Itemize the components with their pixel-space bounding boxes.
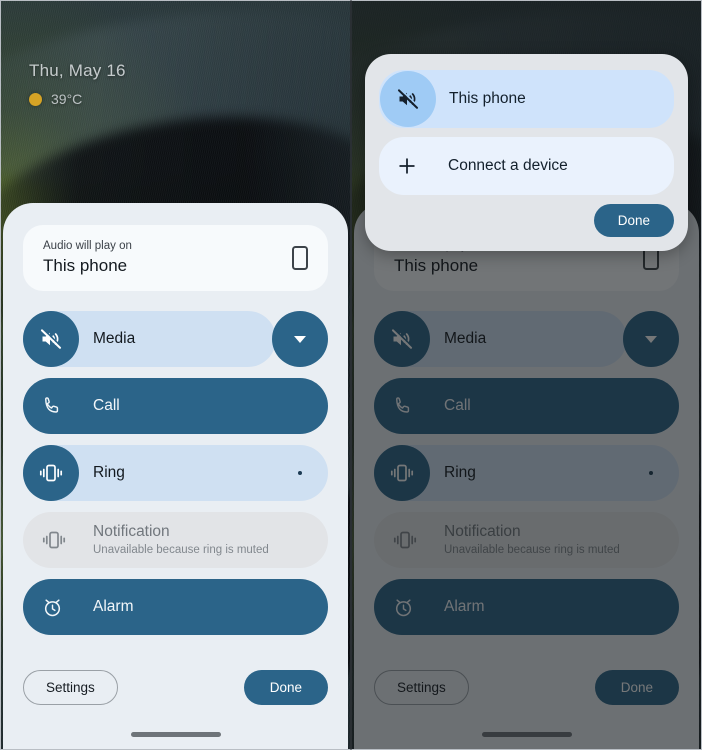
phone-call-icon — [41, 378, 63, 434]
audio-output-value: This phone — [43, 255, 128, 275]
media-mute-toggle[interactable] — [23, 311, 79, 367]
device-option-label: Connect a device — [448, 157, 568, 174]
dialog-done-button[interactable]: Done — [593, 204, 674, 237]
dialog-actions: Done — [379, 204, 674, 237]
phone-device-icon — [292, 246, 308, 270]
phone-screen-right: Thu, May 16 39°C Audio will play on This… — [351, 0, 702, 750]
lockscreen-temperature: 39°C — [51, 91, 83, 107]
device-option-this-phone[interactable]: This phone — [379, 70, 674, 128]
ring-row-label: Ring — [93, 464, 125, 481]
home-gesture-bar[interactable] — [130, 732, 221, 737]
audio-output-text: Audio will play on This phone — [43, 239, 132, 278]
alarm-clock-icon — [41, 579, 64, 635]
call-slider-track[interactable] — [23, 378, 328, 434]
lockscreen-date: Thu, May 16 — [29, 61, 126, 80]
call-row-label: Call — [93, 397, 120, 414]
comparison-screenshot: Thu, May 16 39°C Audio will play on This… — [0, 0, 702, 750]
media-row-label: Media — [93, 330, 136, 347]
lockscreen-weather[interactable]: 39°C — [29, 91, 126, 107]
volume-row-call[interactable]: Call — [23, 378, 328, 434]
volume-row-media[interactable]: Media — [23, 311, 328, 367]
ring-slider-tick — [298, 471, 302, 475]
vibrate-icon — [38, 462, 64, 484]
volume-panel: Audio will play on This phone — [3, 203, 348, 749]
volume-panel-footer: Settings Done — [23, 670, 328, 705]
audio-output-label: Audio will play on — [43, 239, 132, 252]
volume-row-ring[interactable]: Ring — [23, 445, 328, 501]
alarm-slider-track[interactable] — [23, 579, 328, 635]
device-option-label: This phone — [449, 90, 526, 107]
volume-muted-icon — [39, 327, 63, 351]
device-option-icon — [380, 71, 436, 127]
settings-button[interactable]: Settings — [23, 670, 118, 705]
notification-row-sublabel: Unavailable because ring is muted — [93, 544, 269, 557]
chevron-down-icon — [294, 335, 306, 343]
lockscreen-info: Thu, May 16 39°C — [29, 61, 126, 107]
output-device-dialog: This phone Connect a device Done — [365, 54, 688, 251]
volume-row-alarm[interactable]: Alarm — [23, 579, 328, 635]
audio-output-card[interactable]: Audio will play on This phone — [23, 225, 328, 291]
device-option-connect-a-device[interactable]: Connect a device — [379, 137, 674, 195]
volume-row-notification: Notification Unavailable because ring is… — [23, 512, 328, 568]
plus-icon — [379, 155, 435, 177]
notification-row-label: Notification — [93, 522, 170, 540]
media-expand-button[interactable] — [272, 311, 328, 367]
notification-row-text: Notification Unavailable because ring is… — [93, 512, 269, 568]
sun-dot-icon — [29, 92, 42, 106]
done-button[interactable]: Done — [243, 670, 328, 705]
vibrate-icon — [41, 512, 67, 568]
phone-screen-left: Thu, May 16 39°C Audio will play on This… — [0, 0, 351, 750]
alarm-row-label: Alarm — [93, 598, 134, 615]
ring-mode-toggle[interactable] — [23, 445, 79, 501]
volume-muted-icon — [396, 87, 420, 111]
